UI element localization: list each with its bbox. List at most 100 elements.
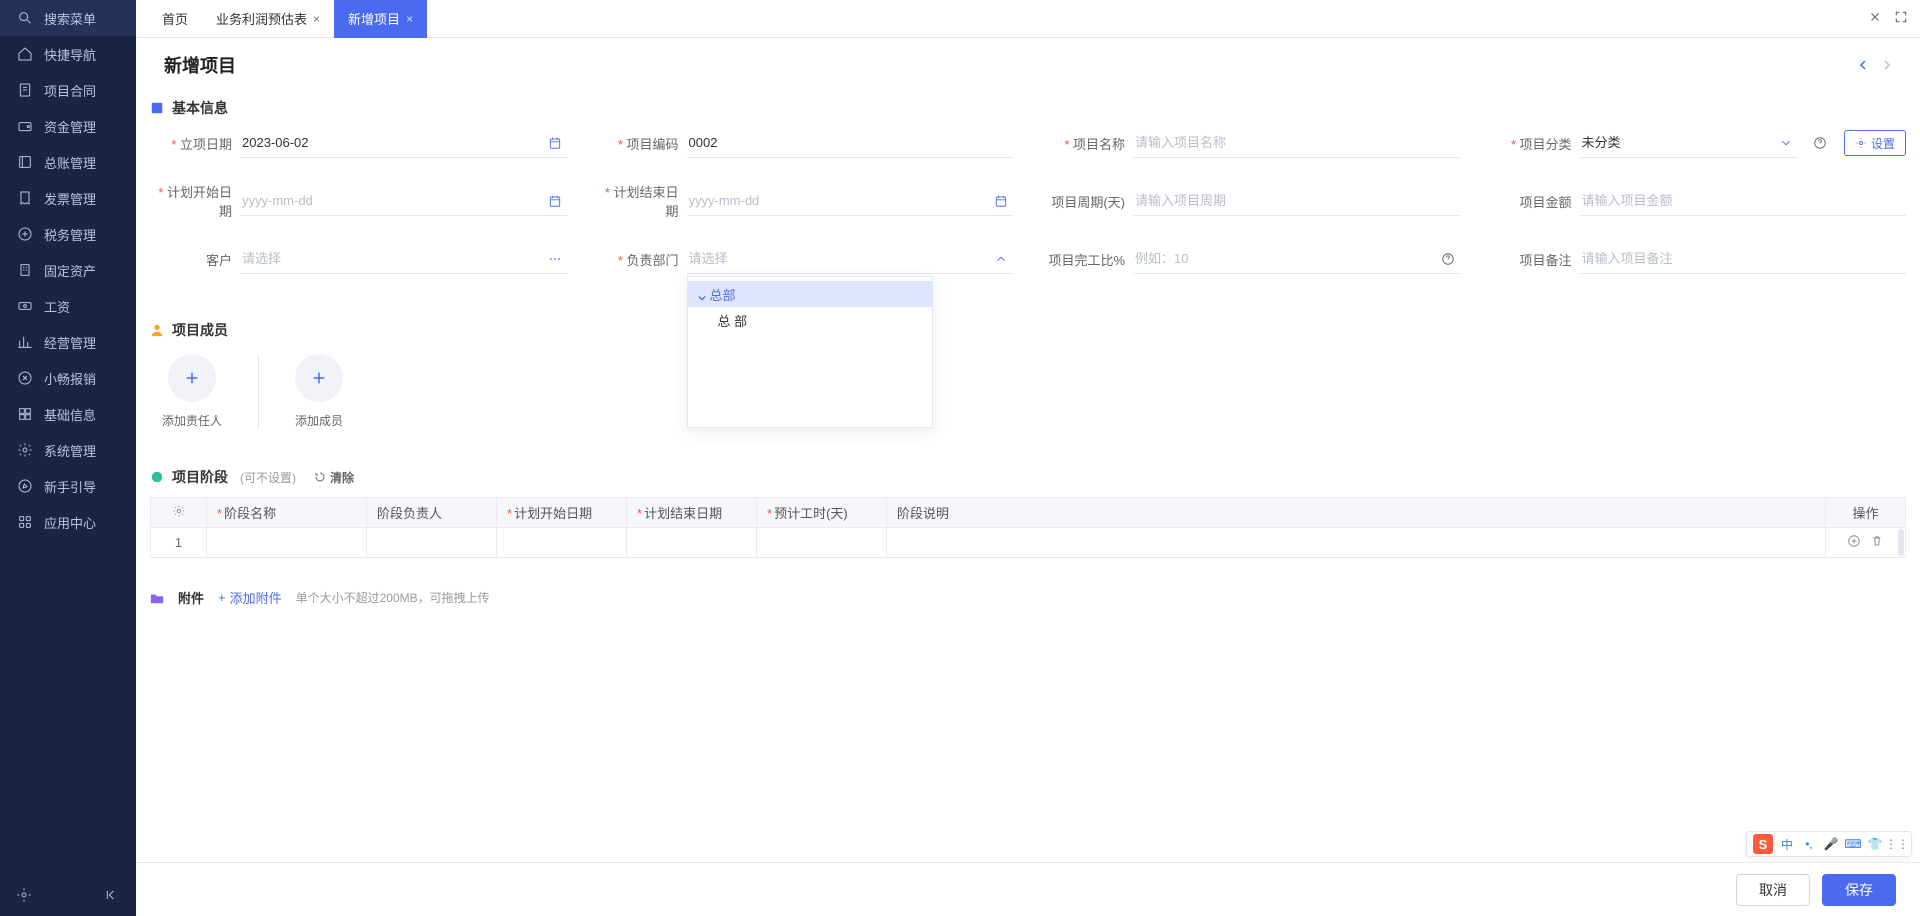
section-basic: 基本信息 立项日期 项目编码	[150, 88, 1906, 280]
label-setup-date: 立项日期	[150, 134, 232, 153]
cell-stage-hours[interactable]	[757, 528, 887, 558]
dept-select[interactable]: 请选择	[687, 244, 1014, 274]
close-icon[interactable]: ×	[313, 12, 320, 26]
ime-toolbar: S 中 •, 🎤 ⌨ 👕 ⋮⋮	[1746, 831, 1912, 857]
ime-keyboard-icon[interactable]: ⌨	[1845, 836, 1861, 852]
cycle-input[interactable]	[1133, 186, 1460, 216]
amount-input[interactable]	[1580, 186, 1907, 216]
sidebar-item-apps[interactable]: 应用中心	[0, 504, 136, 540]
chevron-down-icon	[1778, 135, 1794, 151]
sidebar-item-system[interactable]: 系统管理	[0, 432, 136, 468]
row-number: 1	[151, 528, 207, 558]
sidebar-item-invoice[interactable]: 发票管理	[0, 180, 136, 216]
calendar-icon[interactable]	[547, 193, 563, 209]
folder-icon	[150, 591, 164, 605]
add-row-icon[interactable]	[1844, 536, 1864, 551]
dropdown-item-child[interactable]: 总 部	[688, 307, 932, 333]
attach-hint: 单个大小不超过200MB，可拖拽上传	[296, 589, 490, 606]
save-button[interactable]: 保存	[1822, 874, 1896, 906]
label-code: 项目编码	[597, 134, 679, 153]
th-stage-desc: 阶段说明	[887, 498, 1826, 528]
ime-skin-icon[interactable]: 👕	[1867, 836, 1883, 852]
dept-dropdown: 总部 总 部	[687, 276, 933, 428]
collapse-icon[interactable]	[104, 887, 120, 906]
remark-input[interactable]	[1580, 244, 1907, 274]
th-stage-hours: 预计工时(天)	[767, 506, 848, 521]
tab-home[interactable]: 首页	[148, 0, 202, 38]
ime-more-icon[interactable]: ⋮⋮	[1889, 836, 1905, 852]
cell-stage-end[interactable]	[627, 528, 757, 558]
th-stage-start: 计划开始日期	[507, 506, 592, 521]
calendar-icon[interactable]	[993, 193, 1009, 209]
section-members: 项目成员 添加责任人 添加成员	[150, 310, 1906, 443]
tab-new-project[interactable]: 新增项目×	[334, 0, 427, 38]
sidebar-search[interactable]: 搜索菜单	[0, 0, 136, 36]
cell-stage-start[interactable]	[497, 528, 627, 558]
form-icon	[150, 101, 164, 115]
label-remark: 项目备注	[1490, 250, 1572, 269]
more-icon[interactable]	[547, 251, 563, 267]
next-icon[interactable]	[1882, 58, 1892, 73]
customer-select[interactable]: 请选择	[240, 244, 567, 274]
name-input[interactable]	[1133, 128, 1460, 158]
ime-lang-icon[interactable]: 中	[1779, 836, 1795, 852]
ime-punct-icon[interactable]: •,	[1801, 836, 1817, 852]
progress-input[interactable]	[1133, 244, 1460, 274]
delete-row-icon[interactable]	[1867, 536, 1887, 551]
grid-icon	[16, 405, 34, 423]
add-owner-button[interactable]	[168, 354, 216, 402]
close-all-icon[interactable]	[1868, 10, 1882, 27]
close-icon[interactable]: ×	[406, 12, 413, 26]
sidebar-item-tax[interactable]: 税务管理	[0, 216, 136, 252]
tab-bar: 首页 业务利润预估表× 新增项目×	[136, 0, 1920, 38]
user-icon	[150, 323, 164, 337]
plan-end-input[interactable]	[687, 186, 1014, 216]
divider	[258, 354, 259, 429]
cell-stage-name[interactable]	[207, 528, 367, 558]
ime-logo-icon: S	[1753, 834, 1773, 854]
th-stage-name: 阶段名称	[217, 506, 276, 521]
cancel-button[interactable]: 取消	[1736, 874, 1810, 906]
sidebar-item-expense[interactable]: 小畅报销	[0, 360, 136, 396]
help-icon[interactable]	[1812, 135, 1828, 151]
add-attachment-button[interactable]: 添加附件	[218, 588, 282, 607]
label-progress: 项目完工比%	[1043, 250, 1125, 269]
sidebar-item-asset[interactable]: 固定资产	[0, 252, 136, 288]
cell-stage-desc[interactable]	[887, 528, 1826, 558]
code-input[interactable]	[687, 128, 1014, 158]
sidebar-item-quicknav[interactable]: 快捷导航	[0, 36, 136, 72]
tab-profit-estimate[interactable]: 业务利润预估表×	[202, 0, 334, 38]
settings-icon[interactable]	[16, 887, 32, 906]
help-icon[interactable]	[1440, 251, 1456, 267]
prev-icon[interactable]	[1858, 58, 1868, 73]
calendar-icon[interactable]	[547, 135, 563, 151]
label-amount: 项目金额	[1490, 192, 1572, 211]
clear-stages-button[interactable]: 清除	[314, 469, 354, 486]
plan-start-input[interactable]	[240, 186, 567, 216]
sidebar-item-fund[interactable]: 资金管理	[0, 108, 136, 144]
sidebar-item-ledger[interactable]: 总账管理	[0, 144, 136, 180]
settings-button[interactable]: 设置	[1844, 130, 1906, 156]
fullscreen-icon[interactable]	[1894, 10, 1908, 27]
label-name: 项目名称	[1043, 134, 1125, 153]
dropdown-item-root[interactable]: 总部	[688, 281, 932, 307]
sidebar-item-salary[interactable]: 工资	[0, 288, 136, 324]
cell-stage-owner[interactable]	[367, 528, 497, 558]
th-gear[interactable]	[151, 498, 207, 528]
category-select[interactable]: 未分类	[1580, 128, 1798, 158]
sidebar-item-operation[interactable]: 经营管理	[0, 324, 136, 360]
page-title: 新增项目	[164, 52, 236, 78]
th-stage-end: 计划结束日期	[637, 506, 722, 521]
add-member-button[interactable]	[295, 354, 343, 402]
table-scrollbar[interactable]	[1898, 529, 1904, 556]
sidebar-search-label: 搜索菜单	[44, 9, 96, 28]
chevron-up-icon	[993, 251, 1009, 267]
table-row[interactable]: 1	[151, 528, 1906, 558]
sidebar-item-basic[interactable]: 基础信息	[0, 396, 136, 432]
label-category: 项目分类	[1490, 134, 1572, 153]
chart-icon	[16, 333, 34, 351]
sidebar-item-contract[interactable]: 项目合同	[0, 72, 136, 108]
ime-voice-icon[interactable]: 🎤	[1823, 836, 1839, 852]
sidebar-item-guide[interactable]: 新手引导	[0, 468, 136, 504]
setup-date-input[interactable]	[240, 128, 567, 158]
